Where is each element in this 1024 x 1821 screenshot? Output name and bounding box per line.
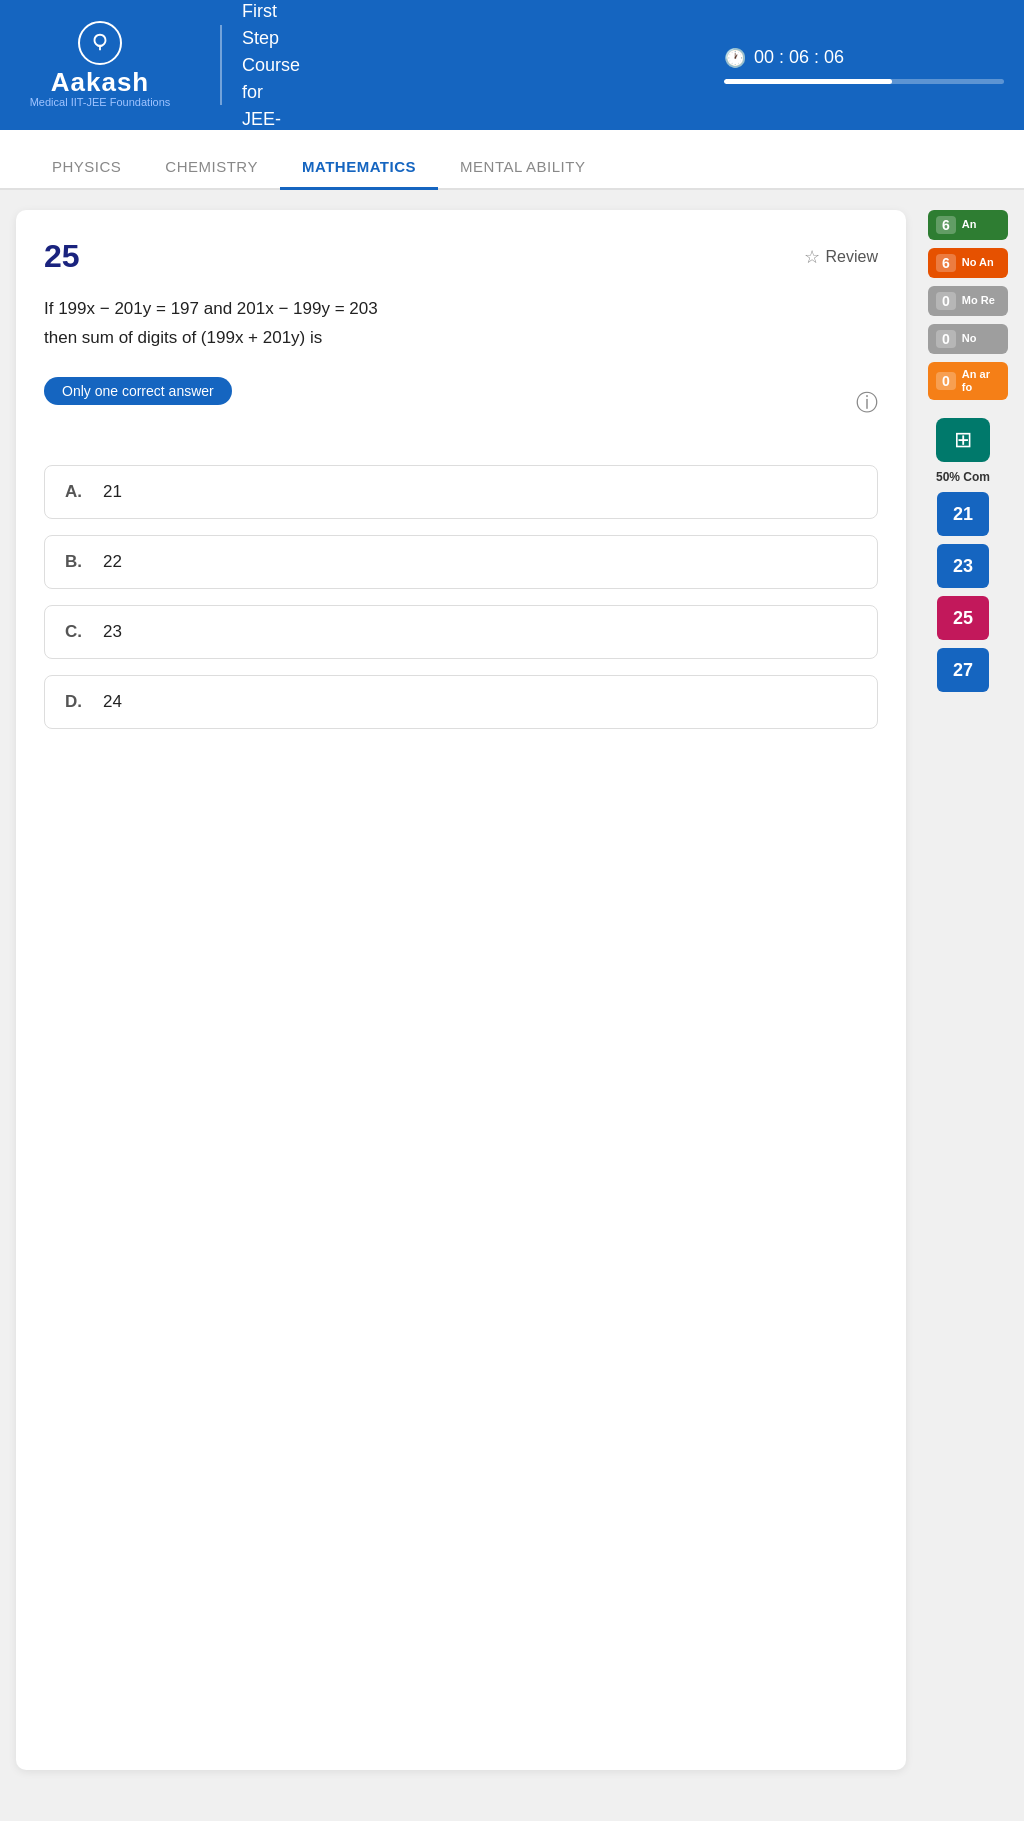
question-header: 25 ☆ Review [44,238,878,275]
option-b-value: 22 [103,552,122,572]
option-c-label: C. [65,622,85,642]
badge-answered-num: 6 [936,216,956,234]
logo-circle [78,21,122,65]
sidebar-badge-marked: 0 Mo Re [928,286,1008,316]
question-nav-23[interactable]: 23 [937,544,989,588]
calculator-icon: ⊞ [954,427,972,453]
star-icon: ☆ [804,246,820,268]
info-icon[interactable]: ⓘ [856,388,878,418]
badge-not-answered-num: 6 [936,254,956,272]
tab-physics[interactable]: PHYSICS [30,146,143,190]
question-nav-25[interactable]: 25 [937,596,989,640]
sidebar-badge-answered-marked: 0 An ar fo [928,362,1008,400]
course-info: 2024 : First Step Course for JEE- S09H [242,0,694,160]
question-text-part1: If 199x − 201y = 197 and 201x − 199y = 2… [44,299,378,318]
timer-progress-fill [724,79,892,84]
question-nav-21[interactable]: 21 [937,492,989,536]
option-c-value: 23 [103,622,122,642]
sidebar-badge-answered: 6 An [928,210,1008,240]
option-b-label: B. [65,552,85,572]
review-button[interactable]: ☆ Review [804,246,878,268]
option-c[interactable]: C. 23 [44,605,878,659]
review-label: Review [826,248,878,266]
timer-area: 🕐 00 : 06 : 06 [724,47,1004,84]
sidebar-badge-not-answered: 6 No An [928,248,1008,278]
option-a-label: A. [65,482,85,502]
question-nav-27[interactable]: 27 [937,648,989,692]
header-divider [220,25,222,105]
timer-display: 🕐 00 : 06 : 06 [724,47,844,69]
badge-not-visited-num: 0 [936,330,956,348]
app-header: Aakash Medical IIT-JEE Foundations 2024 … [0,0,1024,130]
badge-marked-text: Mo Re [962,294,995,307]
sidebar-badge-not-visited: 0 No [928,324,1008,354]
main-content: 25 ☆ Review If 199x − 201y = 197 and 201… [0,190,1024,1790]
sidebar-panel: 6 An 6 No An 0 Mo Re 0 No 0 An ar fo ⊞ 5… [918,210,1008,1770]
badge-answered-marked-text: An ar fo [962,368,1000,394]
question-text: If 199x − 201y = 197 and 201x − 199y = 2… [44,295,878,353]
badge-not-answered-text: No An [962,256,994,269]
option-d[interactable]: D. 24 [44,675,878,729]
option-b[interactable]: B. 22 [44,535,878,589]
badge-marked-num: 0 [936,292,956,310]
logo-icon [89,32,111,54]
question-text-part2: then sum of digits of (199x + 201y) is [44,328,322,347]
logo-name: Aakash [51,69,150,95]
percent-label: 50% Com [936,470,990,484]
options-list: A. 21 B. 22 C. 23 D. 24 [44,465,878,729]
option-a-value: 21 [103,482,122,502]
timer-progress-bar [724,79,1004,84]
logo-subtitle: Medical IIT-JEE Foundations [30,95,171,109]
answer-type-badge: Only one correct answer [44,377,232,405]
badge-answered-text: An [962,218,977,231]
badge-answered-marked-num: 0 [936,372,956,390]
logo-area: Aakash Medical IIT-JEE Foundations [20,21,180,109]
question-panel: 25 ☆ Review If 199x − 201y = 197 and 201… [16,210,906,1770]
question-number: 25 [44,238,80,275]
option-d-label: D. [65,692,85,712]
badge-not-visited-text: No [962,332,977,345]
option-a[interactable]: A. 21 [44,465,878,519]
timer-value: 00 : 06 : 06 [754,47,844,68]
option-d-value: 24 [103,692,122,712]
clock-icon: 🕐 [724,47,746,69]
calculator-button[interactable]: ⊞ [936,418,990,462]
